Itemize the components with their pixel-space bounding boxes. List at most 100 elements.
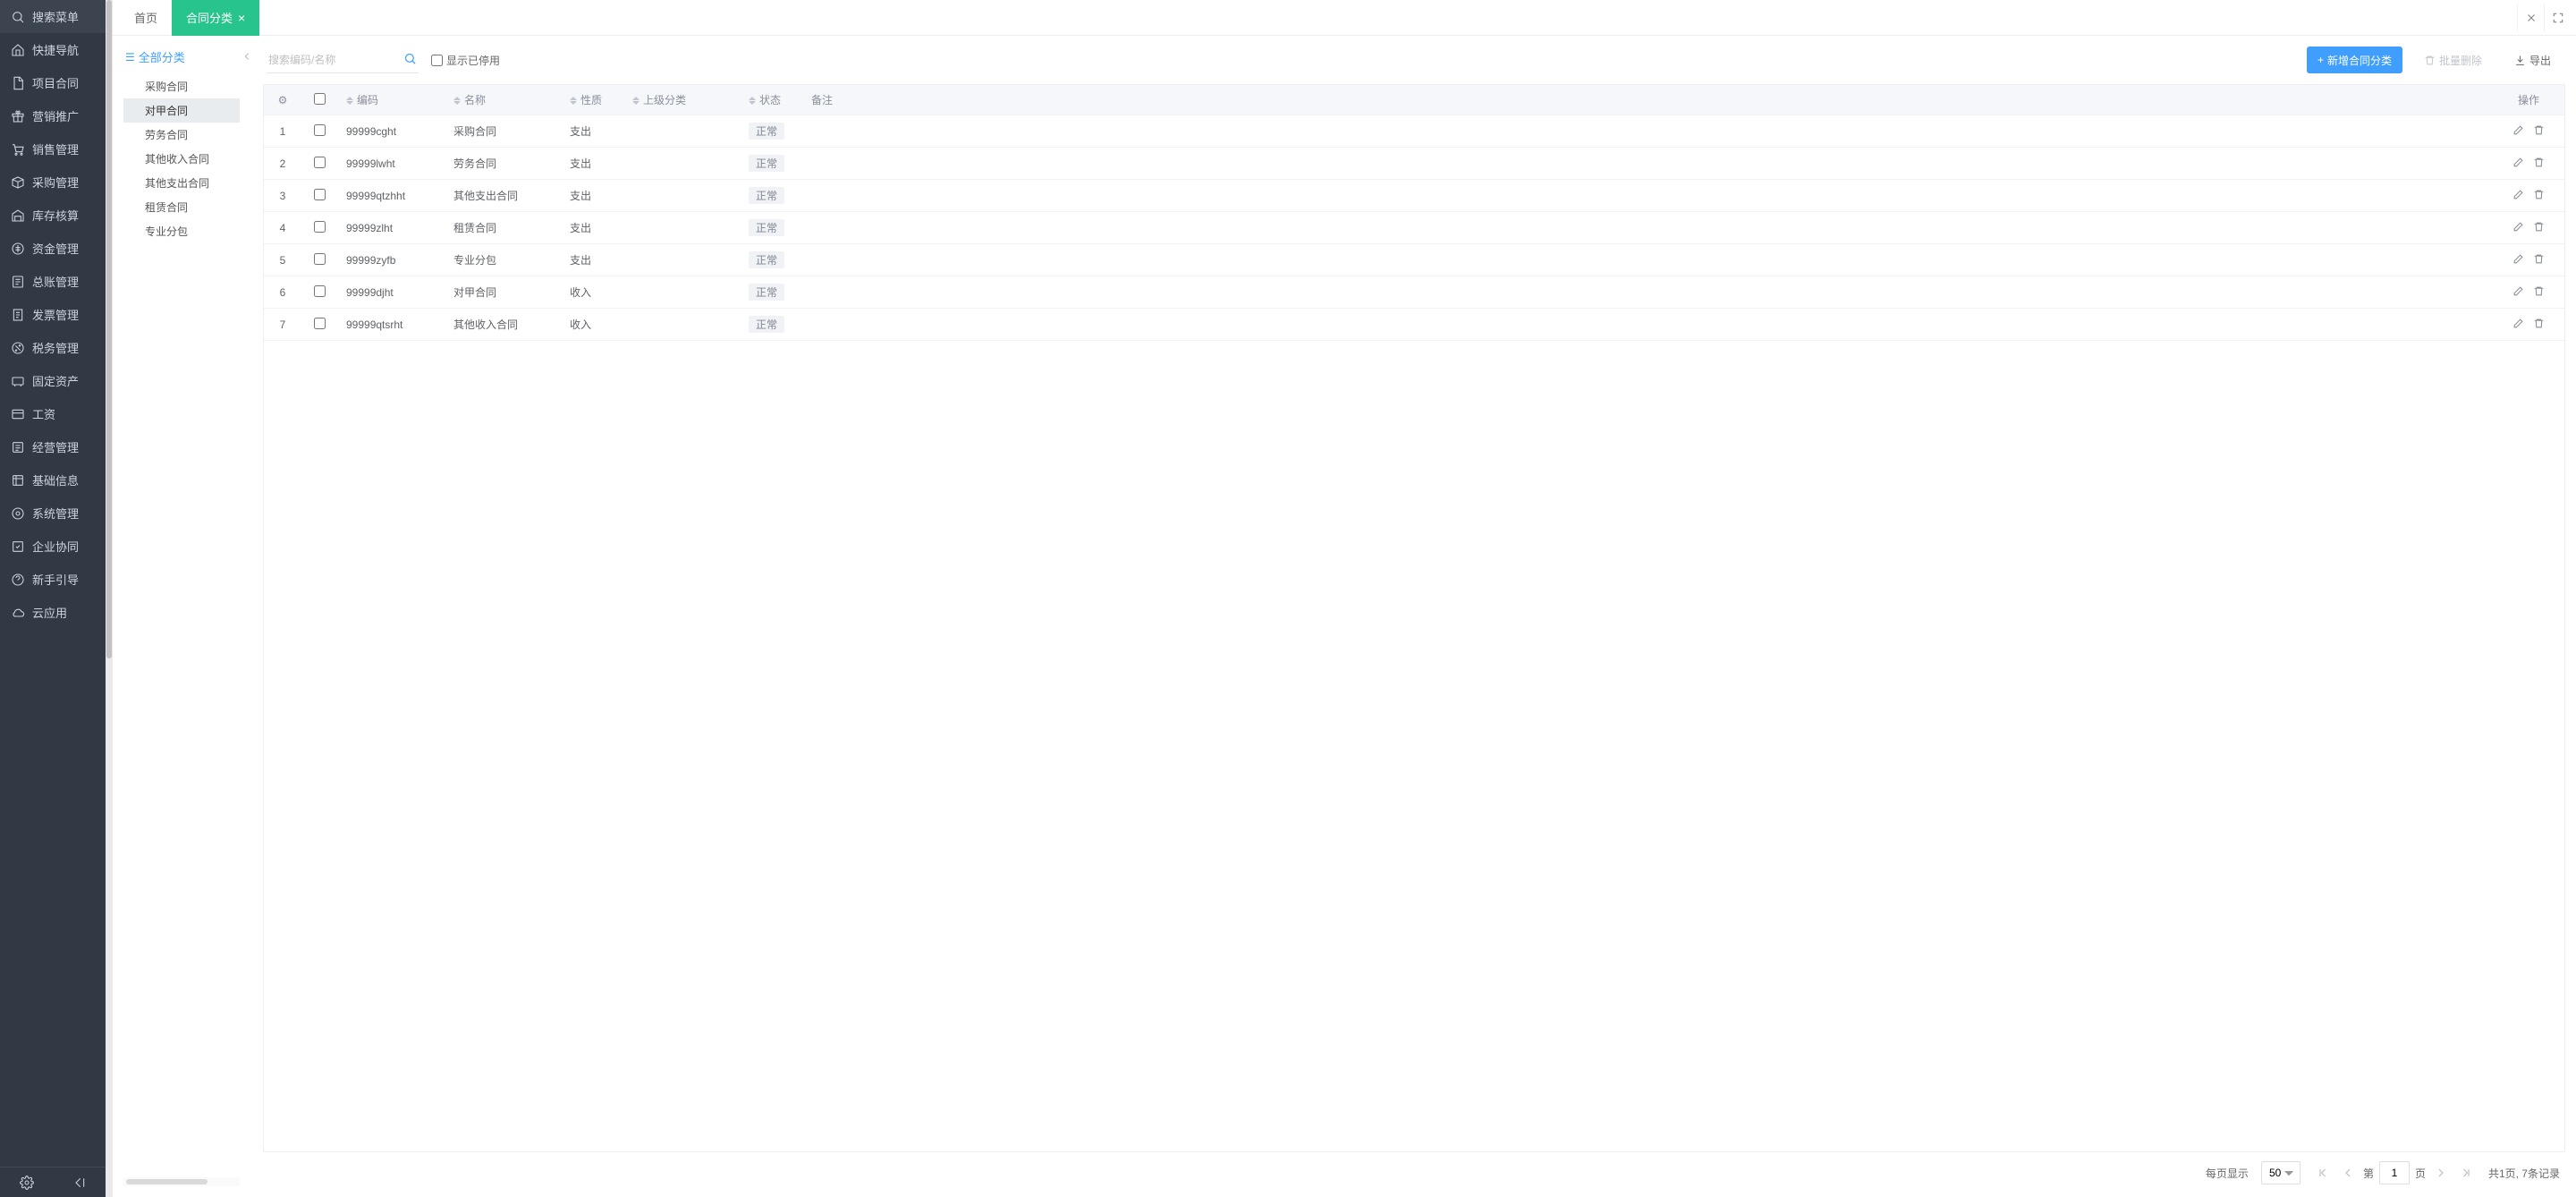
row-checkbox[interactable]	[314, 189, 326, 200]
row-index: 2	[264, 148, 301, 180]
delete-button[interactable]	[2533, 318, 2545, 332]
tree-item[interactable]: 采购合同	[123, 74, 240, 98]
sidebar-item-label: 发票管理	[32, 306, 79, 323]
invoice-icon	[11, 308, 25, 322]
row-checkbox[interactable]	[314, 221, 326, 233]
edit-button[interactable]	[2512, 221, 2524, 235]
table-row: 799999qtsrht其他收入合同收入正常	[264, 309, 2564, 341]
info-icon	[11, 473, 25, 488]
row-checkbox[interactable]	[314, 157, 326, 168]
sidebar-item-box[interactable]: 采购管理	[0, 166, 106, 199]
collapse-sidebar-button[interactable]	[53, 1167, 106, 1197]
salary-icon	[11, 407, 25, 421]
delete-button[interactable]	[2533, 221, 2545, 235]
delete-button[interactable]	[2533, 253, 2545, 267]
search-input[interactable]	[267, 47, 419, 73]
cell-nature: 支出	[561, 180, 623, 212]
tree-horizontal-scrollbar[interactable]	[123, 1177, 240, 1186]
export-button[interactable]: 导出	[2504, 47, 2562, 73]
sidebar-item-salary[interactable]: 工资	[0, 397, 106, 430]
sidebar-item-label: 系统管理	[32, 505, 79, 522]
cell-nature: 支出	[561, 244, 623, 276]
collapse-tree-button[interactable]	[240, 47, 254, 1186]
sidebar-item-asset[interactable]: 固定资产	[0, 364, 106, 397]
sidebar-item-cloud[interactable]: 云应用	[0, 596, 106, 629]
batch-delete-button[interactable]: 批量删除	[2413, 47, 2493, 73]
last-page-button[interactable]	[2456, 1163, 2476, 1183]
tree-item[interactable]: 劳务合同	[123, 123, 240, 147]
collab-icon	[11, 539, 25, 554]
sidebar-item-manage[interactable]: 经营管理	[0, 430, 106, 463]
close-all-tabs-button[interactable]	[2517, 4, 2544, 31]
row-checkbox[interactable]	[314, 285, 326, 297]
select-all-checkbox[interactable]	[314, 93, 326, 105]
sidebar-scrollbar[interactable]	[106, 0, 113, 1197]
sidebar-item-warehouse[interactable]: 库存核算	[0, 199, 106, 232]
sidebar-item-home[interactable]: 快捷导航	[0, 33, 106, 66]
row-checkbox[interactable]	[314, 124, 326, 136]
sidebar-item-search[interactable]: 搜索菜单	[0, 0, 106, 33]
sidebar-item-guide[interactable]: 新手引导	[0, 563, 106, 596]
table-row: 299999lwht劳务合同支出正常	[264, 148, 2564, 180]
column-code[interactable]: 编码	[337, 85, 445, 115]
cell-code: 99999cght	[337, 115, 445, 148]
tree-item[interactable]: 其他收入合同	[123, 147, 240, 171]
row-checkbox[interactable]	[314, 318, 326, 329]
tab-contract-category[interactable]: 合同分类 ×	[172, 0, 259, 36]
column-settings[interactable]: ⚙	[264, 85, 301, 115]
sidebar-item-gift[interactable]: 营销推广	[0, 99, 106, 132]
cell-code: 99999zyfb	[337, 244, 445, 276]
pagination: 每页显示 50 第 页	[263, 1152, 2565, 1186]
prev-page-button[interactable]	[2338, 1163, 2358, 1183]
ledger-icon	[11, 275, 25, 289]
edit-button[interactable]	[2512, 318, 2524, 332]
next-page-button[interactable]	[2431, 1163, 2451, 1183]
sidebar-item-system[interactable]: 系统管理	[0, 497, 106, 530]
edit-button[interactable]	[2512, 157, 2524, 171]
tree-item[interactable]: 专业分包	[123, 219, 240, 243]
tree-item[interactable]: 对甲合同	[123, 98, 240, 123]
show-disabled-checkbox[interactable]: 显示已停用	[431, 53, 500, 68]
search-icon[interactable]	[403, 52, 417, 68]
sidebar-item-coin[interactable]: 资金管理	[0, 232, 106, 265]
delete-button[interactable]	[2533, 157, 2545, 171]
tree-root[interactable]: ☰ 全部分类	[123, 47, 240, 74]
page-input[interactable]	[2379, 1161, 2410, 1184]
row-checkbox[interactable]	[314, 253, 326, 265]
sidebar-item-info[interactable]: 基础信息	[0, 463, 106, 497]
first-page-button[interactable]	[2313, 1163, 2333, 1183]
tabbar: 首页 合同分类 ×	[113, 0, 2576, 36]
column-parent[interactable]: 上级分类	[623, 85, 740, 115]
column-status[interactable]: 状态	[740, 85, 802, 115]
cell-code: 99999djht	[337, 276, 445, 309]
column-nature[interactable]: 性质	[561, 85, 623, 115]
sidebar-item-label: 新手引导	[32, 571, 79, 588]
column-name[interactable]: 名称	[445, 85, 561, 115]
close-icon[interactable]: ×	[238, 11, 245, 25]
delete-button[interactable]	[2533, 285, 2545, 300]
tree-item[interactable]: 租赁合同	[123, 195, 240, 219]
fullscreen-button[interactable]	[2544, 4, 2571, 31]
sidebar-item-label: 项目合同	[32, 74, 79, 91]
sidebar-item-label: 基础信息	[32, 471, 79, 488]
edit-button[interactable]	[2512, 285, 2524, 300]
delete-button[interactable]	[2533, 124, 2545, 139]
sidebar-item-invoice[interactable]: 发票管理	[0, 298, 106, 331]
cell-nature: 支出	[561, 115, 623, 148]
sidebar-item-label: 快捷导航	[32, 41, 79, 58]
edit-button[interactable]	[2512, 253, 2524, 267]
tab-home[interactable]: 首页	[120, 0, 172, 36]
edit-button[interactable]	[2512, 189, 2524, 203]
settings-button[interactable]	[0, 1167, 53, 1197]
sidebar-item-file[interactable]: 项目合同	[0, 66, 106, 99]
sidebar-item-tax[interactable]: 税务管理	[0, 331, 106, 364]
delete-button[interactable]	[2533, 189, 2545, 203]
tree-item[interactable]: 其他支出合同	[123, 171, 240, 195]
sidebar-item-cart[interactable]: 销售管理	[0, 132, 106, 166]
plus-icon: +	[2318, 54, 2324, 66]
edit-button[interactable]	[2512, 124, 2524, 139]
add-category-button[interactable]: + 新增合同分类	[2307, 47, 2402, 73]
sidebar-item-collab[interactable]: 企业协同	[0, 530, 106, 563]
sidebar-item-ledger[interactable]: 总账管理	[0, 265, 106, 298]
per-page-select[interactable]: 50	[2261, 1161, 2301, 1184]
